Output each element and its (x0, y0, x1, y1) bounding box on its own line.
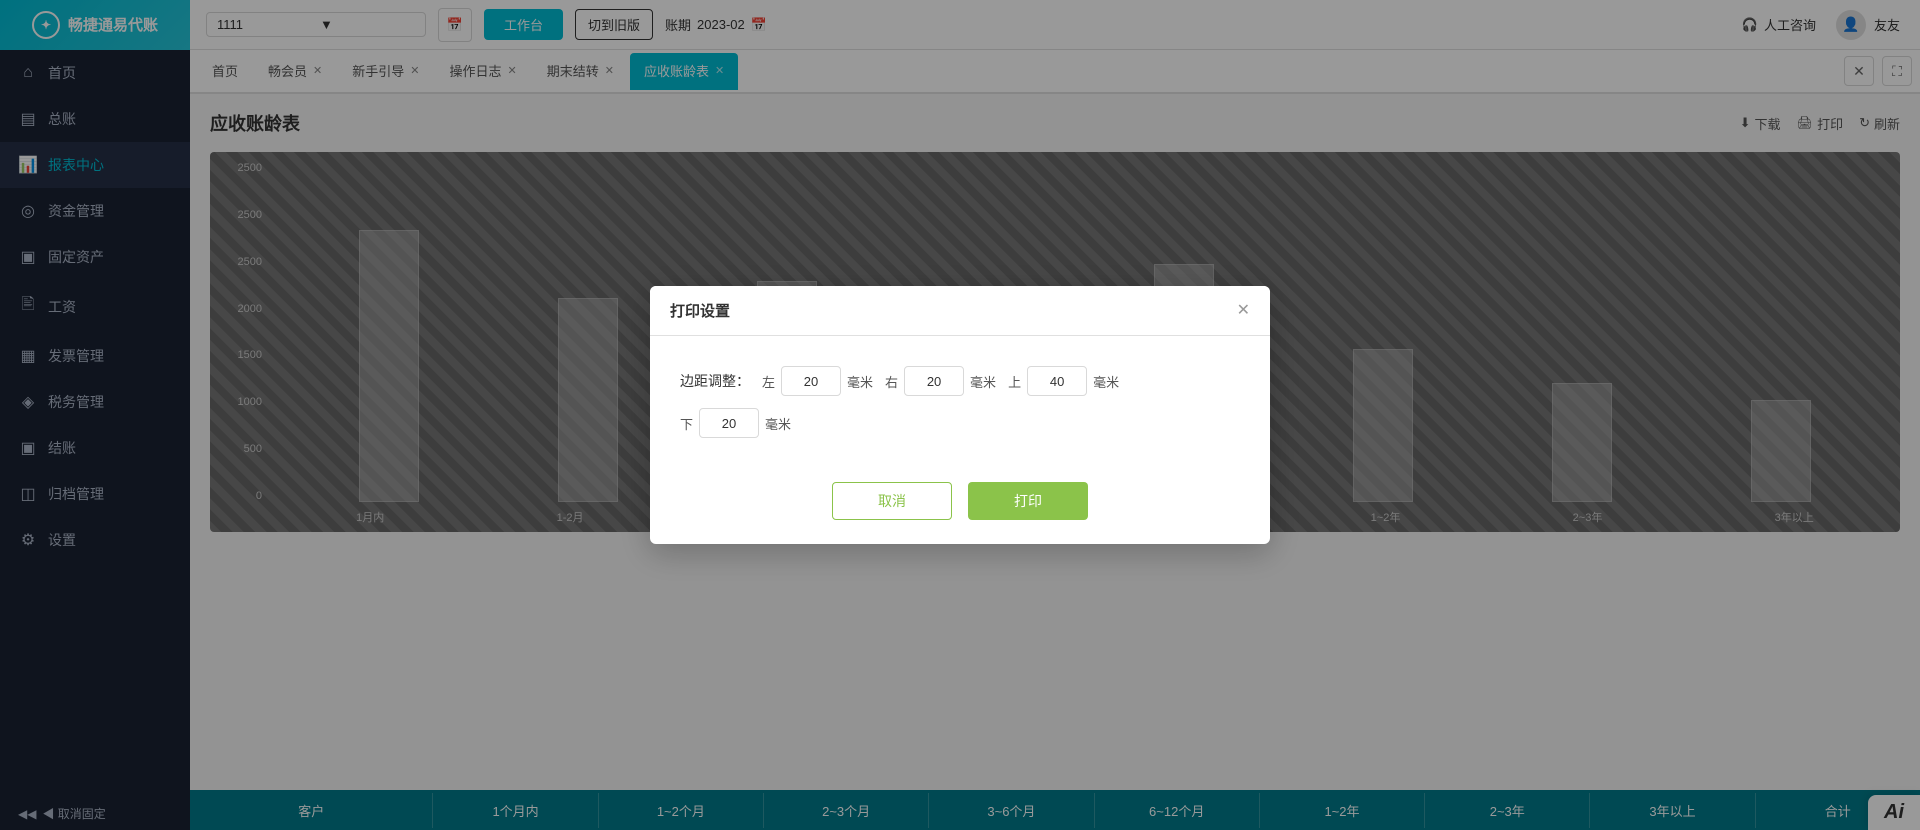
right-label: 右 (885, 372, 898, 391)
bottom-margin-group: 下 毫米 (680, 408, 791, 438)
right-margin-input[interactable] (904, 366, 964, 396)
modal-header: 打印设置 ✕ (650, 286, 1270, 336)
left-label: 左 (762, 372, 775, 391)
bottom-label: 下 (680, 414, 693, 433)
modal-close-button[interactable]: ✕ (1237, 303, 1250, 319)
right-unit: 毫米 (970, 372, 996, 391)
bottom-margin-input[interactable] (699, 408, 759, 438)
modal-overlay: 打印设置 ✕ 边距调整： 左 毫米 右 毫米 上 毫米 (0, 0, 1920, 830)
top-unit: 毫米 (1093, 372, 1119, 391)
modal-title: 打印设置 (670, 300, 730, 321)
top-margin-group: 上 毫米 (1008, 366, 1119, 396)
margin-label: 边距调整： (680, 371, 750, 391)
right-margin-group: 右 毫米 (885, 366, 996, 396)
modal-footer: 取消 打印 (650, 482, 1270, 544)
left-margin-input[interactable] (781, 366, 841, 396)
left-margin-group: 左 毫米 (762, 366, 873, 396)
left-unit: 毫米 (847, 372, 873, 391)
modal-body: 边距调整： 左 毫米 右 毫米 上 毫米 下 (650, 336, 1270, 482)
print-confirm-button[interactable]: 打印 (968, 482, 1088, 520)
bottom-unit: 毫米 (765, 414, 791, 433)
top-label: 上 (1008, 372, 1021, 391)
margin-row: 边距调整： 左 毫米 右 毫米 上 毫米 下 (680, 366, 1240, 438)
print-settings-modal: 打印设置 ✕ 边距调整： 左 毫米 右 毫米 上 毫米 (650, 286, 1270, 544)
cancel-button[interactable]: 取消 (832, 482, 952, 520)
top-margin-input[interactable] (1027, 366, 1087, 396)
